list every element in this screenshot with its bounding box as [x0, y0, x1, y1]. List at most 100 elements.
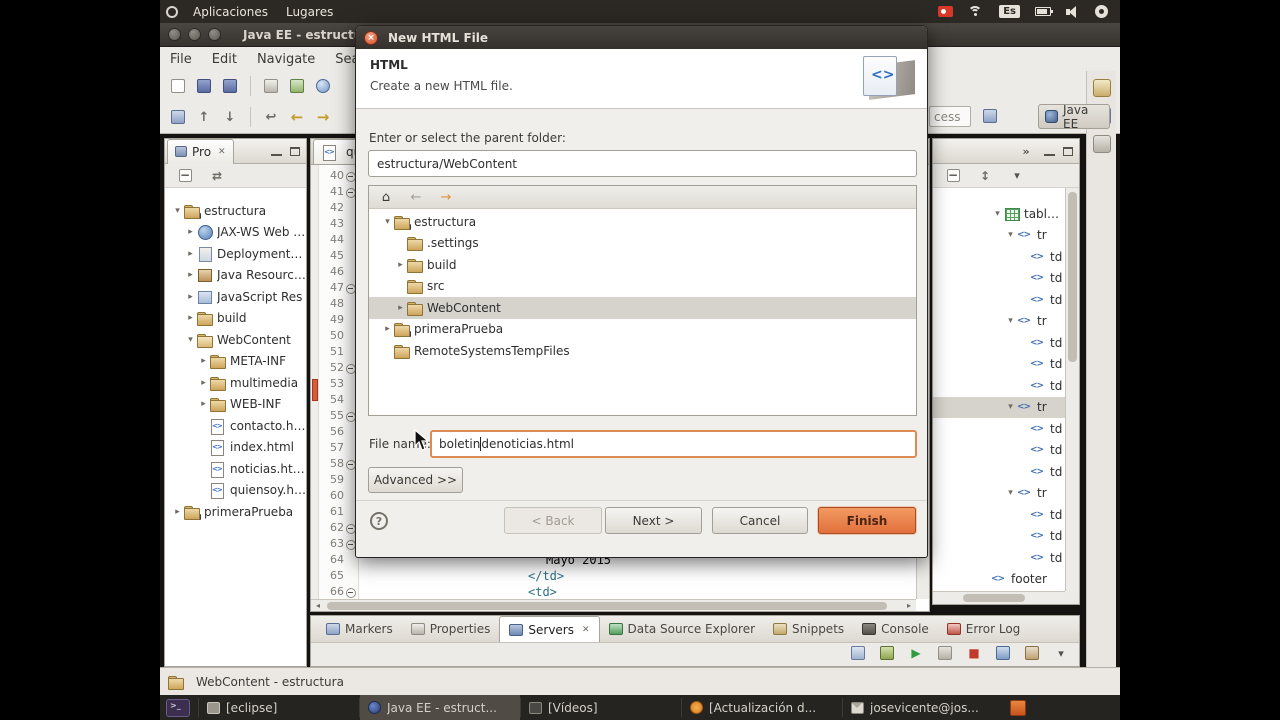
gutter-line-40[interactable]: 40 — [319, 169, 358, 185]
outline-vertical-scrollbar[interactable] — [1065, 188, 1079, 591]
dialog-close-icon[interactable]: × — [364, 30, 378, 45]
outline-item-td[interactable]: <> td — [933, 504, 1065, 526]
keyboard-layout-indicator[interactable]: Es — [999, 5, 1020, 18]
advanced-button[interactable]: Advanced >> — [368, 467, 463, 493]
gutter-line-42[interactable]: 42 — [319, 201, 358, 217]
expand-arrow-icon[interactable]: ▸ — [184, 313, 197, 323]
outline-item-tr[interactable]: ▾ <> tr — [933, 311, 1065, 333]
minimize-panel-icon[interactable] — [271, 147, 282, 156]
collapse-arrow-icon[interactable]: ▾ — [171, 206, 184, 216]
gutter-line-64[interactable]: 64 — [319, 553, 358, 569]
tab-data-source-explorer[interactable]: Data Source Explorer — [600, 616, 764, 642]
terminal-icon[interactable] — [166, 698, 190, 717]
collapse-arrow-icon[interactable]: ▾ — [381, 217, 394, 227]
back-arrow-icon[interactable]: ← — [408, 190, 424, 205]
back-icon[interactable]: ← — [287, 107, 307, 127]
scrollbar-thumb[interactable] — [327, 602, 887, 610]
expand-arrow-icon[interactable]: ▸ — [184, 249, 197, 259]
outline-item-td[interactable]: <> td — [933, 418, 1065, 440]
gutter-line-62[interactable]: 62 — [319, 521, 358, 537]
dialog-titlebar[interactable]: × New HTML File — [356, 26, 927, 49]
expand-arrow-icon[interactable]: ▸ — [394, 260, 407, 270]
view-menu-icon[interactable]: » — [1016, 141, 1036, 161]
outline-item-tr[interactable]: ▾ <> tr — [933, 225, 1065, 247]
expand-arrow-icon[interactable]: ▸ — [394, 303, 407, 313]
expand-arrow-icon[interactable]: ▸ — [184, 227, 197, 237]
gutter-line-49[interactable]: 49 — [319, 313, 358, 329]
close-tab-icon[interactable]: ✕ — [218, 147, 226, 157]
expand-arrow-icon[interactable]: ▸ — [197, 399, 210, 409]
start-server-icon[interactable]: ▶ — [906, 643, 926, 663]
top-panel-menu-aplicaciones[interactable]: Aplicaciones — [184, 0, 277, 23]
outline-item-td[interactable]: <> td — [933, 375, 1065, 397]
expand-arrow-icon[interactable]: ▸ — [184, 292, 197, 302]
battery-icon[interactable] — [1035, 7, 1053, 16]
gutter-line-60[interactable]: 60 — [319, 489, 358, 505]
open-perspective-icon[interactable] — [168, 107, 188, 127]
profile-server-icon[interactable] — [935, 643, 955, 663]
tab-project-explorer[interactable]: Pro ✕ — [167, 138, 234, 164]
collapse-arrow-icon[interactable]: ▾ — [1004, 316, 1017, 326]
menu-navigate[interactable]: Navigate — [247, 47, 325, 71]
outline-item-td[interactable]: <> td — [933, 547, 1065, 569]
quick-access-input[interactable]: cess — [929, 106, 971, 127]
home-icon[interactable]: ⌂ — [378, 190, 394, 205]
save-icon[interactable] — [194, 76, 214, 96]
outline-item-td[interactable]: <> td — [933, 440, 1065, 462]
distributor-logo-icon[interactable] — [166, 5, 178, 18]
menu-file[interactable]: File — [160, 47, 202, 71]
gutter-line-41[interactable]: 41 — [319, 185, 358, 201]
project-item-noticias-html[interactable]: noticias.html — [165, 458, 306, 480]
gutter-line-66[interactable]: 66 — [319, 585, 358, 599]
notification-alert-icon[interactable] — [1010, 699, 1026, 716]
maximize-panel-icon[interactable] — [1063, 146, 1073, 156]
tab-properties[interactable]: Properties — [402, 616, 500, 642]
close-tab-icon[interactable]: ✕ — [582, 625, 590, 635]
dialog-folder-item-remotesystemstempfiles[interactable]: RemoteSystemsTempFiles — [369, 340, 916, 362]
stop-server-icon[interactable]: ■ — [964, 643, 984, 663]
network-icon[interactable] — [968, 5, 984, 18]
print-icon[interactable] — [261, 76, 281, 96]
gutter-line-53[interactable]: 53 — [319, 377, 358, 393]
gutter-line-65[interactable]: 65 — [319, 569, 358, 585]
debug-server-icon[interactable] — [877, 643, 897, 663]
project-item-meta-inf[interactable]: ▸ META-INF — [165, 351, 306, 373]
gutter-line-43[interactable]: 43 — [319, 217, 358, 233]
gutter-line-51[interactable]: 51 — [319, 345, 358, 361]
gutter-line-46[interactable]: 46 — [319, 265, 358, 281]
annotation-prev-icon[interactable]: ↑ — [194, 107, 214, 127]
project-item-deployment-de[interactable]: ▸ Deployment De — [165, 243, 306, 265]
gutter-line-61[interactable]: 61 — [319, 505, 358, 521]
outline-item-footer[interactable]: <> footer — [933, 569, 1065, 591]
tab-error-log[interactable]: Error Log — [938, 616, 1030, 642]
gutter-line-44[interactable]: 44 — [319, 233, 358, 249]
gutter-line-47[interactable]: 47 — [319, 281, 358, 297]
outline-item-tr[interactable]: ▾ <> tr — [933, 483, 1065, 505]
gutter-line-52[interactable]: 52 — [319, 361, 358, 377]
new-server-icon[interactable] — [848, 643, 868, 663]
gutter-line-56[interactable]: 56 — [319, 425, 358, 441]
search-icon[interactable] — [313, 76, 333, 96]
palette-view-icon[interactable] — [1092, 79, 1111, 97]
taskbar-item-actualizaci-n-d[interactable]: [Actualización d... — [682, 695, 842, 720]
scroll-right-icon[interactable]: ▸ — [902, 600, 916, 611]
scroll-left-icon[interactable]: ◂ — [311, 600, 325, 611]
volume-icon[interactable] — [1066, 5, 1080, 18]
outline-item-td[interactable]: <> td — [933, 332, 1065, 354]
screen-record-icon[interactable] — [938, 6, 954, 17]
dialog-folder-item-webcontent[interactable]: ▸ WebContent — [369, 297, 916, 319]
minimize-window-icon[interactable] — [188, 28, 201, 41]
view-menu-icon[interactable]: ▾ — [1051, 643, 1071, 663]
maximize-window-icon[interactable] — [208, 28, 221, 41]
taskbar-item-josevicente-jos[interactable]: josevicente@jos... — [843, 695, 1003, 720]
maximize-panel-icon[interactable] — [290, 146, 300, 156]
gutter-line-48[interactable]: 48 — [319, 297, 358, 313]
outline-item-td[interactable]: <> td — [933, 354, 1065, 376]
project-item-web-inf[interactable]: ▸ WEB-INF — [165, 394, 306, 416]
outline-item-td[interactable]: <> td — [933, 461, 1065, 483]
menu-edit[interactable]: Edit — [202, 47, 247, 71]
cancel-button[interactable]: Cancel — [712, 507, 808, 534]
project-item-index-html[interactable]: index.html — [165, 437, 306, 459]
project-item-contacto-htm[interactable]: contacto.htm — [165, 415, 306, 437]
annotation-next-icon[interactable]: ↓ — [220, 107, 240, 127]
